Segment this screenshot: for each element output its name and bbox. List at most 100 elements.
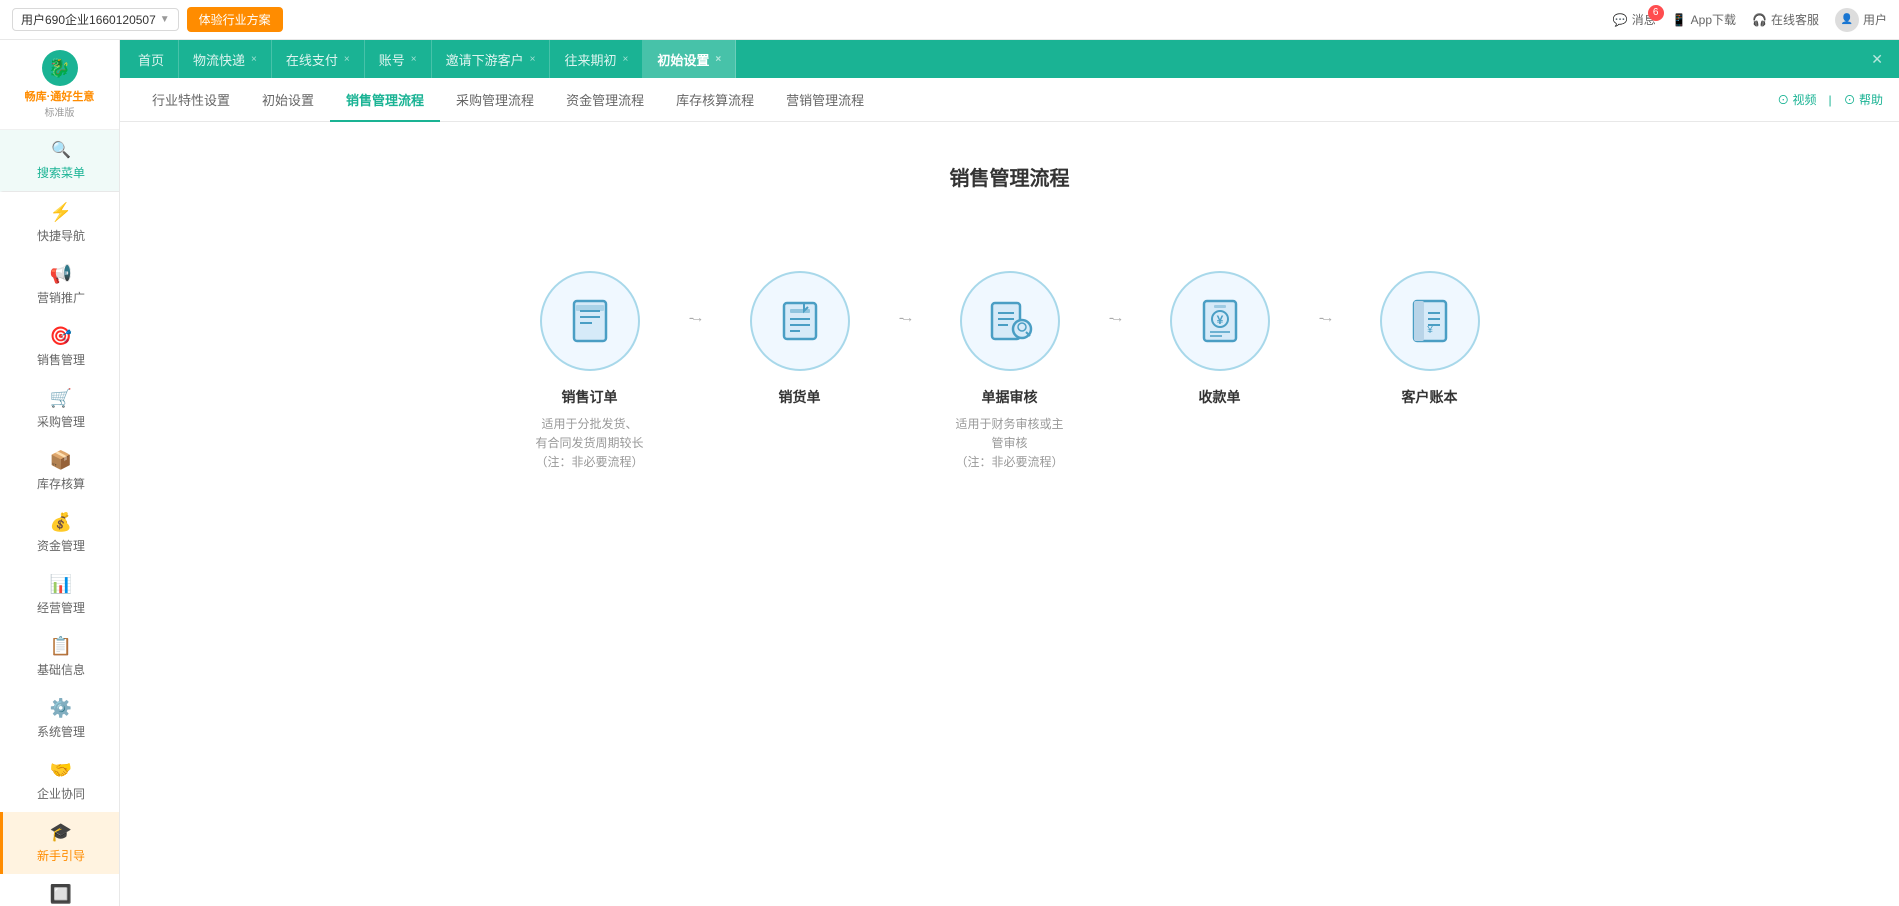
online-service-item[interactable]: 🎧 在线客服 bbox=[1752, 11, 1819, 28]
sub-tab-label: 初始设置 bbox=[262, 90, 314, 109]
sidebar-item-operations[interactable]: 📊 经营管理 bbox=[0, 564, 119, 626]
sub-tab-label: 库存核算流程 bbox=[676, 90, 754, 109]
video-link[interactable]: ⊙ 视频 bbox=[1777, 91, 1816, 108]
separator: | bbox=[1829, 93, 1832, 107]
target-icon: 🎯 bbox=[50, 326, 72, 347]
user-text: 用户690企业1660120507 bbox=[21, 11, 156, 28]
flow-item-receipt[interactable]: ¥ 收款单 bbox=[1140, 271, 1300, 415]
avatar: 👤 bbox=[1835, 8, 1859, 32]
sidebar-item-search[interactable]: 🔍 搜索菜单 bbox=[0, 130, 119, 192]
page-title: 销售管理流程 bbox=[160, 162, 1859, 191]
sidebar-item-label: 资金管理 bbox=[37, 537, 85, 554]
flow-item-review[interactable]: 单据审核 适用于财务审核或主管审核（注：非必要流程） bbox=[930, 271, 1090, 473]
nav-tab-logistics[interactable]: 物流快递 × bbox=[179, 40, 272, 78]
flow-diagram: 销售订单 适用于分批发货、有合同发货周期较长（注：非必要流程） --→ bbox=[160, 251, 1859, 493]
sidebar-item-inventory[interactable]: 📦 库存核算 bbox=[0, 440, 119, 502]
review-icon bbox=[986, 297, 1034, 345]
main-layout: 🐉 畅库·通好生意 标准版 🔍 搜索菜单 ⚡ 快捷导航 📢 营销推广 🎯 销售管… bbox=[0, 40, 1899, 906]
flow-arrow-2: --→ bbox=[880, 271, 930, 325]
box-icon: 📦 bbox=[50, 450, 72, 471]
top-header: 用户690企业1660120507 ▼ 体验行业方案 💬 消息 6 📱 App下… bbox=[0, 0, 1899, 40]
sidebar-item-label: 销售管理 bbox=[37, 351, 85, 368]
nav-tab-account[interactable]: 账号 × bbox=[365, 40, 432, 78]
sidebar-item-label: 基础信息 bbox=[37, 661, 85, 678]
nav-tab-init-settings[interactable]: 初始设置 × bbox=[643, 40, 736, 78]
nav-bar-close-icon[interactable]: ✕ bbox=[1859, 51, 1895, 68]
sidebar-item-quick-nav[interactable]: ⚡ 快捷导航 bbox=[0, 192, 119, 254]
sub-tab-purchase-flow[interactable]: 采购管理流程 bbox=[440, 78, 550, 122]
flow-circle-sales-order bbox=[540, 271, 640, 371]
sidebar-item-app-center[interactable]: 🔲 应用中心 bbox=[0, 874, 119, 906]
cart-icon: 🛒 bbox=[50, 388, 72, 409]
sidebar-item-marketing-promo[interactable]: 📢 营销推广 bbox=[0, 254, 119, 316]
nav-tab-label: 首页 bbox=[138, 50, 164, 69]
sub-tab-sales-flow[interactable]: 销售管理流程 bbox=[330, 78, 440, 122]
svg-text:¥: ¥ bbox=[1216, 313, 1223, 327]
sub-tabs: 行业特性设置 初始设置 销售管理流程 采购管理流程 资金管理流程 库存核算流程 … bbox=[120, 78, 1899, 122]
delivery-icon bbox=[776, 297, 824, 345]
flow-arrow-3: --→ bbox=[1090, 271, 1140, 325]
sub-tab-marketing-flow[interactable]: 营销管理流程 bbox=[770, 78, 880, 122]
sub-tab-init[interactable]: 初始设置 bbox=[246, 78, 330, 122]
flow-arrow-1: --→ bbox=[670, 271, 720, 325]
sub-tab-industry[interactable]: 行业特性设置 bbox=[136, 78, 246, 122]
close-icon[interactable]: × bbox=[251, 54, 257, 65]
sidebar-item-label: 系统管理 bbox=[37, 723, 85, 740]
user-selector[interactable]: 用户690企业1660120507 ▼ bbox=[12, 8, 179, 31]
arrow-icon: --→ bbox=[899, 309, 910, 325]
sub-tab-finance-flow[interactable]: 资金管理流程 bbox=[550, 78, 660, 122]
flow-circle-review bbox=[960, 271, 1060, 371]
nav-tab-invite[interactable]: 邀请下游客户 × bbox=[432, 40, 551, 78]
sidebar-item-sales-mgmt[interactable]: 🎯 销售管理 bbox=[0, 316, 119, 378]
flow-item-delivery[interactable]: 销货单 bbox=[720, 271, 880, 415]
sidebar-item-label: 搜索菜单 bbox=[37, 164, 85, 181]
nav-tab-label: 初始设置 bbox=[657, 50, 709, 69]
trial-button[interactable]: 体验行业方案 bbox=[187, 7, 283, 32]
sidebar-item-label: 新手引导 bbox=[37, 847, 85, 864]
message-badge: 6 bbox=[1648, 5, 1664, 21]
close-icon[interactable]: × bbox=[530, 54, 536, 65]
app-download-item[interactable]: 📱 App下载 bbox=[1672, 11, 1736, 28]
content-area: 首页 物流快递 × 在线支付 × 账号 × 邀请下游客户 × 往来期初 × bbox=[120, 40, 1899, 906]
close-icon[interactable]: × bbox=[411, 54, 417, 65]
sidebar-item-label: 营销推广 bbox=[37, 289, 85, 306]
sidebar-item-basic-info[interactable]: 📋 基础信息 bbox=[0, 626, 119, 688]
nav-tab-label: 在线支付 bbox=[286, 50, 338, 69]
order-icon bbox=[566, 297, 614, 345]
nav-tab-home[interactable]: 首页 bbox=[124, 40, 179, 78]
flow-item-sales-order[interactable]: 销售订单 适用于分批发货、有合同发货周期较长（注：非必要流程） bbox=[510, 271, 670, 473]
message-item[interactable]: 💬 消息 6 bbox=[1613, 11, 1656, 28]
flow-label-review: 单据审核 bbox=[982, 387, 1038, 407]
close-icon[interactable]: × bbox=[344, 54, 350, 65]
user-avatar-item[interactable]: 👤 用户 bbox=[1835, 8, 1887, 32]
sidebar-item-system[interactable]: ⚙️ 系统管理 bbox=[0, 688, 119, 750]
sub-tab-inventory-flow[interactable]: 库存核算流程 bbox=[660, 78, 770, 122]
nav-tab-payment[interactable]: 在线支付 × bbox=[272, 40, 365, 78]
help-link[interactable]: ⊙ 帮助 bbox=[1844, 91, 1883, 108]
chart-icon: 📊 bbox=[50, 574, 72, 595]
sidebar-logo: 🐉 畅库·通好生意 标准版 bbox=[0, 40, 119, 130]
nav-tab-period[interactable]: 往来期初 × bbox=[550, 40, 643, 78]
close-icon[interactable]: × bbox=[715, 54, 721, 65]
logo-subtext: 标准版 bbox=[45, 104, 75, 119]
user-name-label: 用户 bbox=[1863, 11, 1887, 28]
sidebar-item-label: 快捷导航 bbox=[37, 227, 85, 244]
svg-text:¥: ¥ bbox=[1426, 325, 1433, 336]
sub-tabs-right: ⊙ 视频 | ⊙ 帮助 bbox=[1777, 91, 1883, 108]
apps-icon: 🔲 bbox=[50, 884, 72, 905]
sidebar-item-purchase-mgmt[interactable]: 🛒 采购管理 bbox=[0, 378, 119, 440]
page-content: 销售管理流程 销售订单 适用于分批发货、有合同 bbox=[120, 122, 1899, 906]
sidebar-item-new-guide[interactable]: 🎓 新手引导 bbox=[0, 812, 119, 874]
clipboard-icon: 📋 bbox=[50, 636, 72, 657]
sub-tab-label: 销售管理流程 bbox=[346, 90, 424, 109]
sidebar-item-finance[interactable]: 💰 资金管理 bbox=[0, 502, 119, 564]
close-icon[interactable]: × bbox=[622, 54, 628, 65]
sidebar-item-enterprise-collab[interactable]: 🤝 企业协同 bbox=[0, 750, 119, 812]
flow-item-account-book[interactable]: ¥ 客户账本 bbox=[1350, 271, 1510, 415]
arrow-icon: --→ bbox=[689, 309, 700, 325]
graduation-icon: 🎓 bbox=[50, 822, 72, 843]
flow-label-account-book: 客户账本 bbox=[1402, 387, 1458, 407]
gear-icon: ⚙️ bbox=[50, 698, 72, 719]
nav-tab-label: 物流快递 bbox=[193, 50, 245, 69]
nav-tab-label: 往来期初 bbox=[564, 50, 616, 69]
